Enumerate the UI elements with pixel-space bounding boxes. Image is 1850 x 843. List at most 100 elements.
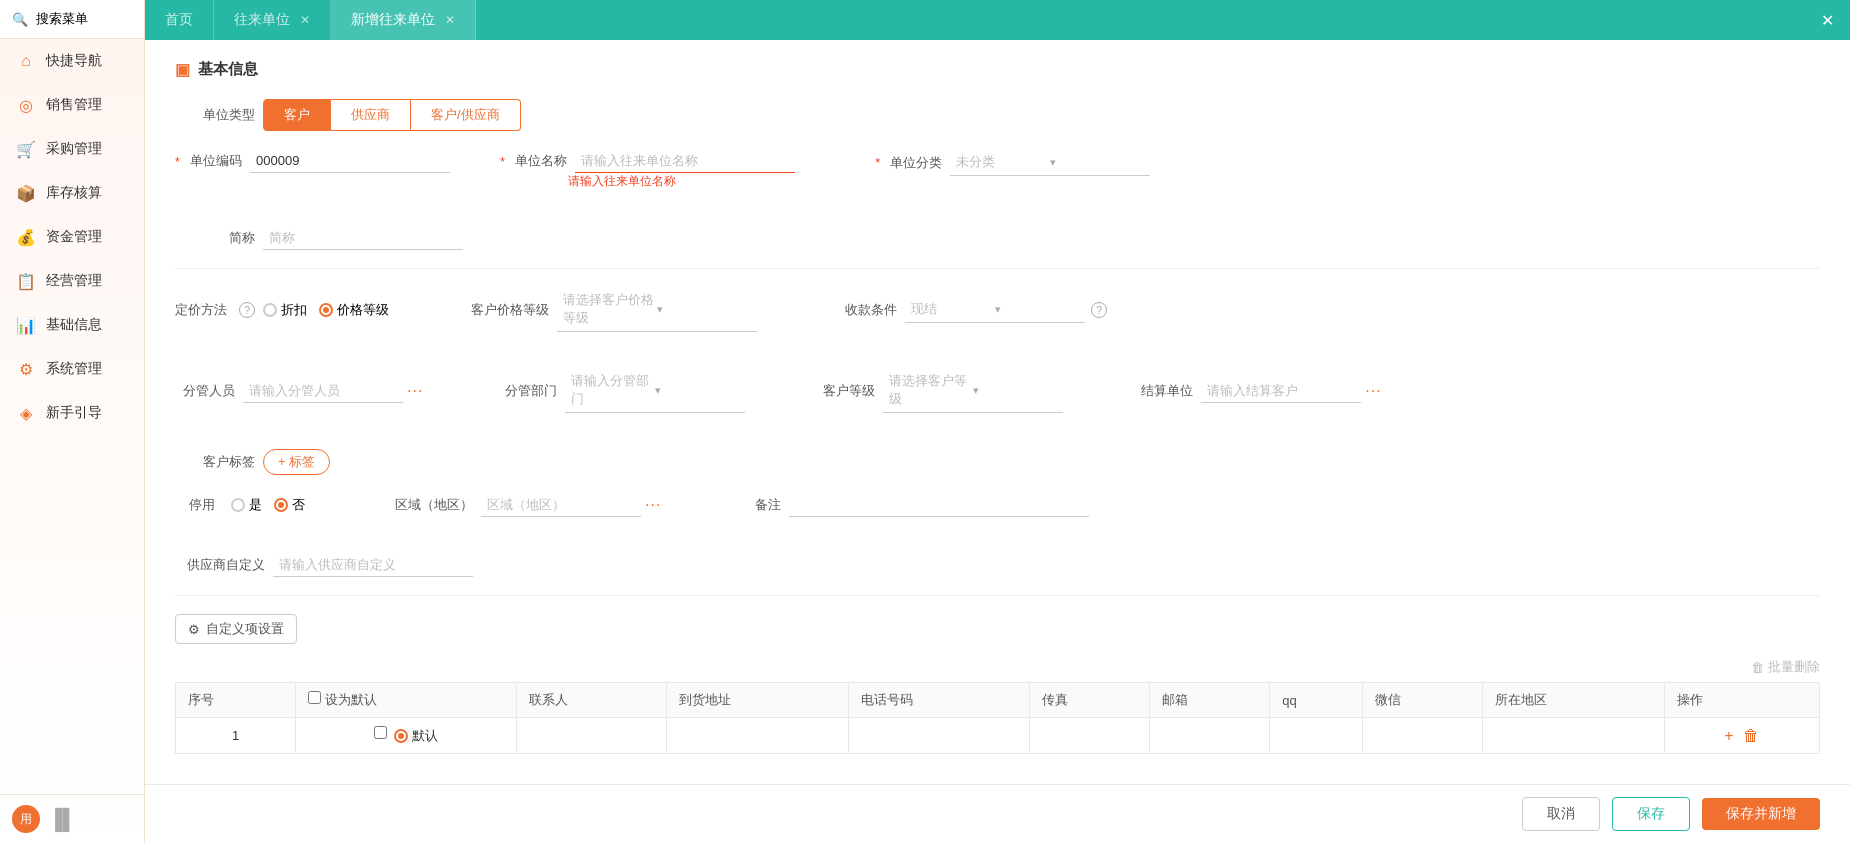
unit-btn-customer[interactable]: 客户 <box>263 99 331 131</box>
add-row-btn[interactable]: + <box>1724 727 1733 744</box>
sales-icon: ◎ <box>16 95 36 115</box>
price-level-label: 客户价格等级 <box>469 301 549 319</box>
col-phone: 电话号码 <box>848 683 1029 718</box>
table-row: 1 默认 <box>176 718 1820 754</box>
system-icon: ⚙ <box>16 359 36 379</box>
sidebar-item-finance[interactable]: 💰 资金管理 <box>0 215 144 259</box>
search-menu[interactable]: 🔍 搜索菜单 <box>0 0 144 39</box>
sidebar-item-inventory[interactable]: 📦 库存核算 <box>0 171 144 215</box>
tab-home[interactable]: 首页 <box>145 0 214 40</box>
remark-field-group: 备注 <box>755 493 1089 517</box>
row-phone <box>848 718 1029 754</box>
tab-partner-list[interactable]: 往来单位 ✕ <box>214 0 331 40</box>
payment-select[interactable]: 现结 ▾ <box>905 296 1085 323</box>
tab-partner-list-close[interactable]: ✕ <box>300 13 310 27</box>
sidebar-item-label: 库存核算 <box>46 184 102 202</box>
unit-btn-both[interactable]: 客户/供应商 <box>411 99 521 131</box>
contact-table-wrapper: 序号 设为默认 联系人 到货地址 电话号码 传真 邮箱 qq 微信 所在地区 操… <box>175 682 1820 754</box>
remark-input[interactable] <box>789 493 1089 517</box>
tab-new-partner-label: 新增往来单位 <box>351 11 435 29</box>
pricing-radio-group: 折扣 价格等级 <box>263 301 389 319</box>
guide-icon: ◈ <box>16 403 36 423</box>
default-radio-circle <box>394 729 408 743</box>
disable-radio-yes[interactable]: 是 <box>231 496 262 514</box>
purchase-icon: 🛒 <box>16 139 36 159</box>
save-button[interactable]: 保存 <box>1612 797 1690 831</box>
customer-level-label: 客户等级 <box>815 382 875 400</box>
sidebar-item-label: 资金管理 <box>46 228 102 246</box>
tab-partner-list-label: 往来单位 <box>234 11 290 29</box>
sidebar: 🔍 搜索菜单 ⌂ 快捷导航 ◎ 销售管理 🛒 采购管理 📦 库存核算 💰 资金管… <box>0 0 145 843</box>
pricing-radio-discount[interactable]: 折扣 <box>263 301 307 319</box>
tab-bar: 首页 往来单位 ✕ 新增往来单位 ✕ ✕ <box>145 0 1850 40</box>
sidebar-item-purchase[interactable]: 🛒 采购管理 <box>0 127 144 171</box>
sidebar-item-operations[interactable]: 📋 经营管理 <box>0 259 144 303</box>
sidebar-bottom: 用 ▐▌ <box>0 794 144 843</box>
region-input[interactable] <box>481 493 641 517</box>
sidebar-item-label: 经营管理 <box>46 272 102 290</box>
settlement-input[interactable] <box>1201 379 1361 403</box>
disable-no-label: 否 <box>292 496 305 514</box>
radio-level-label: 价格等级 <box>337 301 389 319</box>
row-checkbox[interactable] <box>374 726 387 739</box>
pricing-question[interactable]: ? <box>239 302 255 318</box>
section-title: ▣ 基本信息 <box>175 60 1820 79</box>
sidebar-item-guide[interactable]: ◈ 新手引导 <box>0 391 144 435</box>
select-all-checkbox[interactable] <box>308 691 321 704</box>
footer: 取消 保存 保存并新增 <box>145 784 1850 843</box>
tab-new-partner-close[interactable]: ✕ <box>445 13 455 27</box>
dept-select[interactable]: 请输入分管部门 ▾ <box>565 368 745 413</box>
category-select[interactable]: 未分类 ▾ <box>950 149 1150 176</box>
batch-delete: 🗑 批量删除 <box>175 658 1820 676</box>
sidebar-item-sales[interactable]: ◎ 销售管理 <box>0 83 144 127</box>
payment-question[interactable]: ? <box>1091 302 1107 318</box>
supplier-custom-input[interactable] <box>273 553 473 577</box>
user-avatar: 用 <box>12 805 40 833</box>
delete-row-btn[interactable]: 🗑 <box>1743 727 1759 744</box>
disable-label: 停用 <box>175 496 215 514</box>
main-content: 首页 往来单位 ✕ 新增往来单位 ✕ ✕ ▣ 基本信息 单位类型 客户 供应商 … <box>145 0 1850 843</box>
tab-bar-close[interactable]: ✕ <box>1805 0 1850 40</box>
category-label: 单位分类 <box>882 154 942 172</box>
code-name-category-row: * 单位编码 * 单位名称 请输入往来单位名称 * 单位分类 <box>175 149 1820 208</box>
name-error-msg: 请输入往来单位名称 <box>568 174 676 188</box>
disable-field-group: 停用 是 否 <box>175 496 305 514</box>
sidebar-item-quick-nav[interactable]: ⌂ 快捷导航 <box>0 39 144 83</box>
default-label: 默认 <box>412 727 438 745</box>
region-dots-btn[interactable]: ··· <box>641 496 665 514</box>
sidebar-item-label: 新手引导 <box>46 404 102 422</box>
row-qq <box>1270 718 1363 754</box>
operations-icon: 📋 <box>16 271 36 291</box>
section-icon: ▣ <box>175 60 190 79</box>
save-new-button[interactable]: 保存并新增 <box>1702 798 1820 830</box>
row-default: 默认 <box>296 718 516 754</box>
abbr-input[interactable] <box>263 226 463 250</box>
custom-settings-button[interactable]: ⚙ 自定义项设置 <box>175 614 297 644</box>
sidebar-item-basic-info[interactable]: 📊 基础信息 <box>0 303 144 347</box>
settlement-label: 结算单位 <box>1133 382 1193 400</box>
batch-delete-label: 批量删除 <box>1768 658 1820 676</box>
default-radio[interactable]: 默认 <box>394 727 438 745</box>
inventory-icon: 📦 <box>16 183 36 203</box>
disable-radio-group: 是 否 <box>231 496 305 514</box>
add-tag-button[interactable]: + 标签 <box>263 449 330 475</box>
manager-dots-btn[interactable]: ··· <box>403 382 427 400</box>
code-input[interactable] <box>250 149 450 173</box>
tab-new-partner[interactable]: 新增往来单位 ✕ <box>331 0 476 40</box>
unit-btn-supplier[interactable]: 供应商 <box>331 99 411 131</box>
name-input[interactable] <box>575 149 795 173</box>
sidebar-item-system[interactable]: ⚙ 系统管理 <box>0 347 144 391</box>
pricing-radio-level[interactable]: 价格等级 <box>319 301 389 319</box>
disable-radio-no[interactable]: 否 <box>274 496 305 514</box>
manager-input[interactable] <box>243 379 403 403</box>
customer-level-select[interactable]: 请选择客户等级 ▾ <box>883 368 1063 413</box>
row-contact <box>516 718 667 754</box>
close-icon: ✕ <box>1821 11 1834 30</box>
name-field-group: * 单位名称 请输入往来单位名称 <box>500 149 795 190</box>
price-level-select[interactable]: 请选择客户价格等级 ▾ <box>557 287 757 332</box>
cancel-button[interactable]: 取消 <box>1522 797 1600 831</box>
payment-value: 现结 <box>911 300 995 318</box>
settlement-dots-btn[interactable]: ··· <box>1361 382 1385 400</box>
unit-type-row: 单位类型 客户 供应商 客户/供应商 <box>175 99 1820 131</box>
section-title-text: 基本信息 <box>198 60 258 79</box>
